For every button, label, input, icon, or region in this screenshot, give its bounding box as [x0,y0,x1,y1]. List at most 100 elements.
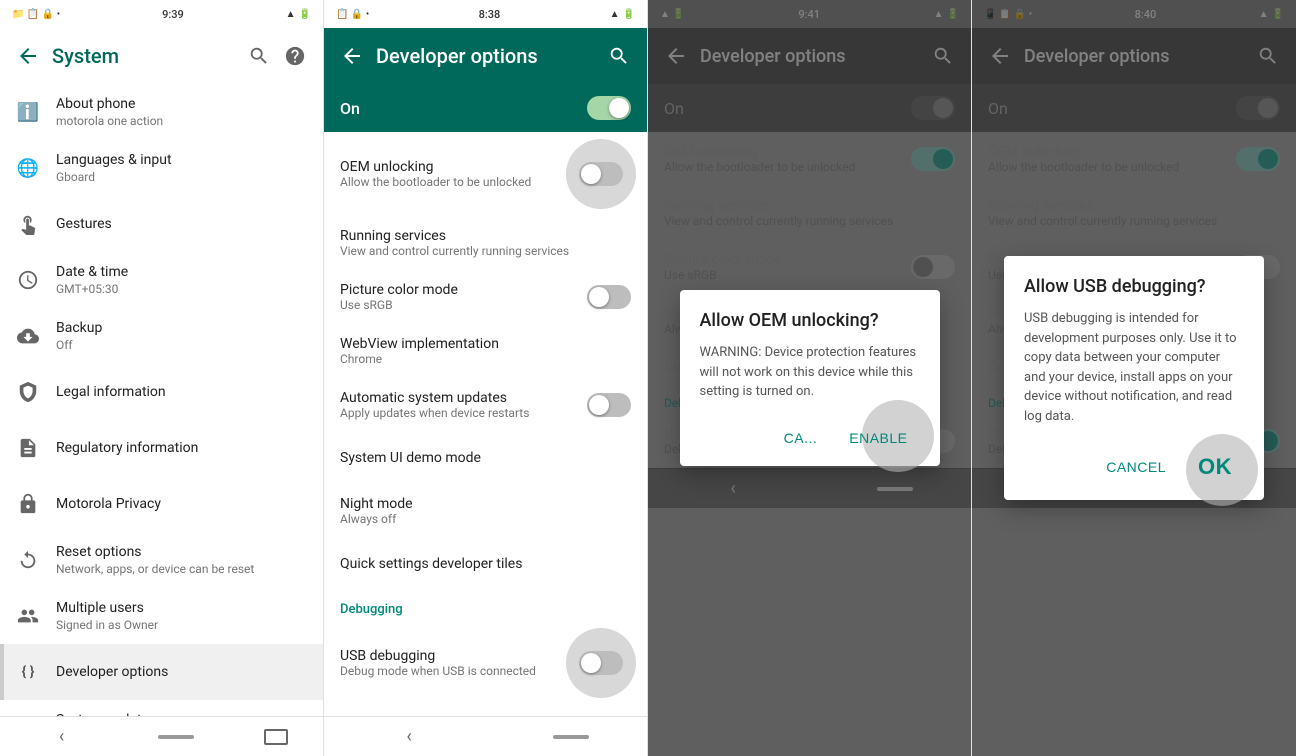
status-bar-panel2: 📋 🔒 • 8:38 ▲ 🔋 [324,0,647,28]
usb-debug-toggle[interactable] [579,651,623,675]
sidebar-item-developer[interactable]: { } Developer options [0,644,323,700]
sidebar-item-languages[interactable]: 🌐 Languages & input Gboard [0,140,323,196]
sidebar-item-datetime[interactable]: Date & time GMT+05:30 [0,252,323,308]
on-off-row-p2: On [324,84,647,132]
oem-dialog: Allow OEM unlocking? WARNING: Device pro… [680,290,940,466]
dev-item-quick-tiles[interactable]: Quick settings developer tiles [324,538,647,590]
search-icon-p2[interactable] [607,44,631,68]
home-nav-pill[interactable] [158,735,194,739]
usb-dialog-body: USB debugging is intended for developmen… [1024,309,1244,426]
regulatory-text: Regulatory information [56,440,307,456]
usb-debug-subtitle: Debug mode when USB is connected [340,664,563,678]
auto-updates-title: Automatic system updates [340,390,579,406]
datetime-title: Date & time [56,264,307,280]
debugging-section-label: Debugging [324,590,647,621]
oem-dialog-overlay: Allow OEM unlocking? WARNING: Device pro… [648,0,971,756]
notification-icons: 📁 📋 🔒 • [12,9,60,20]
gestures-title: Gestures [56,216,307,232]
multiple-users-subtitle: Signed in as Owner [56,618,307,632]
about-icon: ℹ️ [16,100,40,124]
status-right-icons: ▲ 🔋 [286,9,311,20]
sidebar-item-motorola-privacy[interactable]: Motorola Privacy [0,476,323,532]
back-icon[interactable] [16,44,40,68]
languages-title: Languages & input [56,152,307,168]
datetime-icon [16,268,40,292]
back-icon-p2[interactable] [340,44,364,68]
multiple-users-text: Multiple users Signed in as Owner [56,600,307,632]
oem-toggle[interactable] [579,162,623,186]
quick-tiles-title: Quick settings developer tiles [340,556,631,572]
regulatory-title: Regulatory information [56,440,307,456]
dev-item-usb-debug[interactable]: USB debugging Debug mode when USB is con… [324,621,647,705]
help-icon[interactable] [283,44,307,68]
reset-text: Reset options Network, apps, or device c… [56,544,307,576]
sidebar-item-regulatory[interactable]: Regulatory information [0,420,323,476]
wifi-icon-p2: ▲ [610,9,620,20]
gestures-icon [16,212,40,236]
back-nav-btn[interactable]: ‹ [35,718,88,755]
reset-title: Reset options [56,544,307,560]
sidebar-item-legal[interactable]: Legal information [0,364,323,420]
developer-text: Developer options [56,664,307,680]
dev-item-night-mode[interactable]: Night mode Always off [324,484,647,538]
languages-subtitle: Gboard [56,170,307,184]
master-toggle-p2[interactable] [587,96,631,120]
legal-title: Legal information [56,384,307,400]
datetime-subtitle: GMT+05:30 [56,282,307,296]
usb-dialog-title: Allow USB debugging? [1024,276,1244,297]
about-title: About phone [56,96,307,112]
dev-item-demo-mode[interactable]: System UI demo mode [324,432,647,484]
toolbar-panel1: System [0,28,323,84]
dev-item-revoke-usb[interactable]: Revoke USB debugging authorizations [324,705,647,716]
enable-btn-container: Enable [837,422,919,454]
dev-item-running[interactable]: Running services View and control curren… [324,216,647,270]
dev-item-webview[interactable]: WebView implementation Chrome [324,324,647,378]
multiple-users-icon [16,604,40,628]
auto-updates-toggle[interactable] [587,393,631,417]
backup-icon [16,324,40,348]
gestures-text: Gestures [56,216,307,232]
night-mode-title: Night mode [340,496,631,512]
oem-subtitle: Allow the bootloader to be unlocked [340,175,563,189]
sidebar-item-multiple-users[interactable]: Multiple users Signed in as Owner [0,588,323,644]
usb-dialog: Allow USB debugging? USB debugging is in… [1004,256,1264,500]
oem-circle-highlight [566,139,636,209]
recents-nav-btn[interactable] [264,729,288,745]
reset-subtitle: Network, apps, or device can be reset [56,562,307,576]
languages-text: Languages & input Gboard [56,152,307,184]
oem-cancel-button[interactable]: Ca... [772,422,830,454]
oem-dialog-actions: Ca... Enable [700,418,920,458]
developer-options-list: OEM unlocking Allow the bootloader to be… [324,132,647,716]
dev-item-oem[interactable]: OEM unlocking Allow the bootloader to be… [324,132,647,216]
sidebar-item-about[interactable]: ℹ️ About phone motorola one action [0,84,323,140]
regulatory-icon [16,436,40,460]
webview-subtitle: Chrome [340,352,631,366]
usb-dialog-actions: Cancel OK [1024,442,1244,492]
status-left-icons: 📁 📋 🔒 • [12,9,60,20]
on-label-p2: On [340,99,360,118]
dev-item-auto-updates[interactable]: Automatic system updates Apply updates w… [324,378,647,432]
sidebar-item-reset[interactable]: Reset options Network, apps, or device c… [0,532,323,588]
picture-color-toggle[interactable] [587,285,631,309]
languages-icon: 🌐 [16,156,40,180]
search-icon[interactable] [247,44,271,68]
battery-icon: 🔋 [299,9,311,20]
about-subtitle: motorola one action [56,114,307,128]
usb-cancel-button[interactable]: Cancel [1094,446,1178,488]
usb-ok-button[interactable]: OK [1186,446,1244,488]
sidebar-item-system-updates[interactable]: System updates Updated to Android 9 [0,700,323,716]
panel-usb-dialog: 📱 📋 🔒 • 8:40 ▲ 🔋 Developer options On [972,0,1296,756]
oem-enable-button[interactable]: Enable [837,422,919,454]
dev-item-picture-color[interactable]: Picture color mode Use sRGB [324,270,647,324]
oem-dialog-body: WARNING: Device protection features will… [700,343,920,402]
sidebar-item-gestures[interactable]: Gestures [0,196,323,252]
status-time-panel2: 8:38 [479,8,501,21]
toolbar-panel2: Developer options [324,28,647,84]
reset-icon [16,548,40,572]
backup-text: Backup Off [56,320,307,352]
home-nav-p2[interactable] [553,735,589,739]
back-nav-p2[interactable]: ‹ [382,718,435,755]
toolbar-title-p2: Developer options [376,44,595,68]
webview-title: WebView implementation [340,336,631,352]
sidebar-item-backup[interactable]: Backup Off [0,308,323,364]
